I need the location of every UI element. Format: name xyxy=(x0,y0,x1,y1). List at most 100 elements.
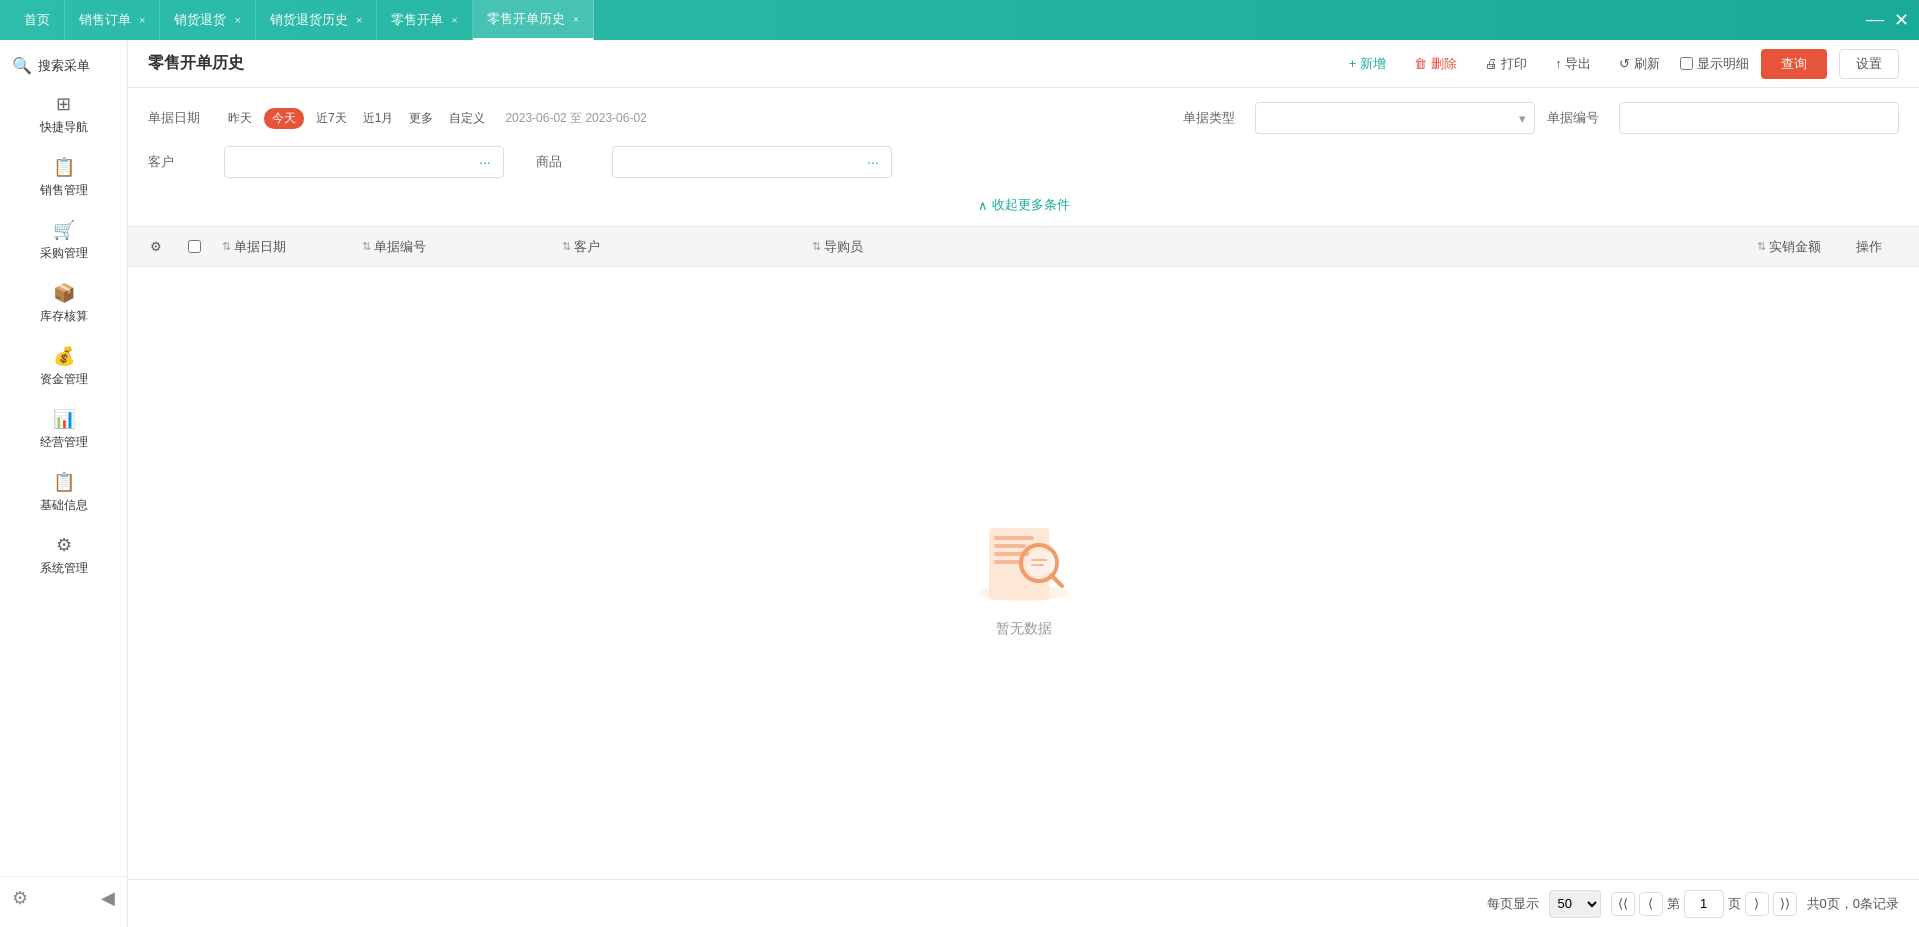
prev-page-button[interactable]: ⟨ xyxy=(1639,892,1663,916)
content-area: 零售开单历史 + 新增 🗑 删除 🖨 打印 ↑ 导出 ↺ 刷新 显示明细 查询 … xyxy=(128,40,1919,927)
sidebar-item-finance-label: 资金管理 xyxy=(40,371,88,388)
page-title: 零售开单历史 xyxy=(148,53,244,74)
filter-area: 单据日期 昨天 今天 近7天 近1月 更多 自定义 2023-06-02 至 2… xyxy=(128,88,1919,227)
display-detail-checkbox-label[interactable]: 显示明细 xyxy=(1680,55,1749,73)
close-icon[interactable]: ✕ xyxy=(1894,9,1909,31)
customer-input[interactable] xyxy=(233,155,475,170)
last-page-button[interactable]: ⟩⟩ xyxy=(1773,892,1797,916)
doc-no-label: 单据编号 xyxy=(1547,109,1607,127)
svg-rect-3 xyxy=(994,544,1026,548)
purchase-mgmt-icon: 🛒 xyxy=(53,219,75,241)
tab-home-label: 首页 xyxy=(24,11,50,29)
sidebar-bottom: ⚙ ◀ xyxy=(0,876,127,919)
minimize-icon[interactable]: — xyxy=(1866,9,1884,31)
sidebar-search[interactable]: 🔍 搜索采单 xyxy=(0,48,127,83)
page-word: 第 xyxy=(1667,895,1680,913)
date-opt-7days[interactable]: 近7天 xyxy=(312,108,351,129)
empty-illustration xyxy=(964,508,1084,608)
first-page-button[interactable]: ⟨⟨ xyxy=(1611,892,1635,916)
system-icon: ⚙ xyxy=(56,534,72,556)
date-opt-today[interactable]: 今天 xyxy=(264,108,304,129)
svg-rect-5 xyxy=(994,560,1022,564)
date-range: 2023-06-02 至 2023-06-02 xyxy=(505,110,646,127)
product-picker-icon[interactable]: ··· xyxy=(863,154,883,170)
sidebar-item-purchase-mgmt[interactable]: 🛒 采购管理 xyxy=(0,209,127,272)
sidebar-item-inventory-label: 库存核算 xyxy=(40,308,88,325)
sidebar-item-sales-mgmt[interactable]: 📋 销售管理 xyxy=(0,146,127,209)
inventory-icon: 📦 xyxy=(53,282,75,304)
print-button[interactable]: 🖨 打印 xyxy=(1477,51,1536,77)
page-nav: ⟨⟨ ⟨ 第 页 ⟩ ⟩⟩ xyxy=(1611,890,1797,918)
display-detail-label: 显示明细 xyxy=(1697,55,1749,73)
per-page-select[interactable]: 50 10 20 100 xyxy=(1549,890,1601,918)
filter-row-customer: 客户 ··· 商品 ··· xyxy=(148,146,1899,178)
tab-retail-history-close[interactable]: × xyxy=(573,13,579,25)
set-button[interactable]: 设置 xyxy=(1839,49,1899,79)
sidebar-item-inventory[interactable]: 📦 库存核算 xyxy=(0,272,127,335)
export-button[interactable]: ↑ 导出 xyxy=(1547,51,1599,77)
settings-gear-icon[interactable]: ⚙ xyxy=(12,887,28,909)
tab-sales-order-close[interactable]: × xyxy=(139,14,145,26)
tab-home[interactable]: 首页 xyxy=(10,0,65,40)
settings-icon: ⚙ xyxy=(150,239,162,254)
basic-info-icon: 📋 xyxy=(53,471,75,493)
th-seller[interactable]: ⇅ 导购员 xyxy=(804,238,954,256)
doc-type-select[interactable]: ▾ xyxy=(1255,102,1535,134)
sidebar-item-system[interactable]: ⚙ 系统管理 xyxy=(0,524,127,587)
th-code[interactable]: ⇅ 单据编号 xyxy=(354,238,554,256)
th-settings[interactable]: ⚙ xyxy=(138,239,174,254)
tab-retail-open[interactable]: 零售开单 × xyxy=(377,0,472,40)
svg-point-7 xyxy=(1026,550,1052,576)
sidebar-item-sales-mgmt-label: 销售管理 xyxy=(40,182,88,199)
quick-nav-icon: ⊞ xyxy=(56,93,71,115)
tab-retail-history[interactable]: 零售开单历史 × xyxy=(473,0,594,40)
doc-no-input[interactable] xyxy=(1619,102,1899,134)
sidebar-item-system-label: 系统管理 xyxy=(40,560,88,577)
sidebar-item-operations[interactable]: 📊 经营管理 xyxy=(0,398,127,461)
customer-picker-icon[interactable]: ··· xyxy=(475,154,495,170)
th-customer[interactable]: ⇅ 客户 xyxy=(554,238,804,256)
date-opt-1month[interactable]: 近1月 xyxy=(359,108,398,129)
sidebar-item-operations-label: 经营管理 xyxy=(40,434,88,451)
sort-code-icon: ⇅ xyxy=(362,240,371,253)
date-opt-more[interactable]: 更多 xyxy=(405,108,437,129)
query-button[interactable]: 查询 xyxy=(1761,49,1827,79)
date-opt-custom[interactable]: 自定义 xyxy=(445,108,489,129)
display-detail-checkbox[interactable] xyxy=(1680,57,1693,70)
tab-sales-return[interactable]: 销货退货 × xyxy=(160,0,255,40)
sidebar-item-basic-info[interactable]: 📋 基础信息 xyxy=(0,461,127,524)
tab-retail-open-close[interactable]: × xyxy=(451,14,457,26)
finance-icon: 💰 xyxy=(53,345,75,367)
tab-sales-return-history[interactable]: 销货退货历史 × xyxy=(256,0,377,40)
delete-button[interactable]: 🗑 删除 xyxy=(1406,51,1465,77)
page-number-input[interactable] xyxy=(1684,890,1724,918)
select-all-checkbox[interactable] xyxy=(188,240,201,253)
filter-row-date: 单据日期 昨天 今天 近7天 近1月 更多 自定义 2023-06-02 至 2… xyxy=(148,102,1899,134)
collapse-icon[interactable]: ◀ xyxy=(101,887,115,909)
date-opt-yesterday[interactable]: 昨天 xyxy=(224,108,256,129)
th-checkbox[interactable] xyxy=(174,240,214,253)
sidebar: 🔍 搜索采单 ⊞ 快捷导航 📋 销售管理 🛒 采购管理 📦 库存核算 💰 资金管… xyxy=(0,40,128,927)
tab-sales-return-history-close[interactable]: × xyxy=(356,14,362,26)
th-date[interactable]: ⇅ 单据日期 xyxy=(214,238,354,256)
sidebar-item-finance[interactable]: 💰 资金管理 xyxy=(0,335,127,398)
next-page-button[interactable]: ⟩ xyxy=(1745,892,1769,916)
sidebar-item-basic-info-label: 基础信息 xyxy=(40,497,88,514)
tab-sales-return-close[interactable]: × xyxy=(234,14,240,26)
sales-mgmt-icon: 📋 xyxy=(53,156,75,178)
sidebar-item-quick-nav[interactable]: ⊞ 快捷导航 xyxy=(0,83,127,146)
refresh-button[interactable]: ↺ 刷新 xyxy=(1611,51,1668,77)
main-layout: 🔍 搜索采单 ⊞ 快捷导航 📋 销售管理 🛒 采购管理 📦 库存核算 💰 资金管… xyxy=(0,40,1919,927)
table-header: ⚙ ⇅ 单据日期 ⇅ 单据编号 ⇅ 客户 ⇅ xyxy=(128,227,1919,267)
window-controls: — ✕ xyxy=(1866,9,1909,31)
svg-line-8 xyxy=(1051,575,1062,586)
sort-amount-icon: ⇅ xyxy=(1757,240,1766,253)
top-bar: 首页 销售订单 × 销货退货 × 销货退货历史 × 零售开单 × 零售开单历史 … xyxy=(0,0,1919,40)
th-amount[interactable]: ⇅ 实销金额 xyxy=(954,238,1829,256)
sort-seller-icon: ⇅ xyxy=(812,240,821,253)
product-input[interactable] xyxy=(621,155,863,170)
filter-collapse-btn[interactable]: ∧ 收起更多条件 xyxy=(148,190,1899,216)
tab-sales-order[interactable]: 销售订单 × xyxy=(65,0,160,40)
add-button[interactable]: + 新增 xyxy=(1341,51,1394,77)
product-label: 商品 xyxy=(536,153,596,171)
